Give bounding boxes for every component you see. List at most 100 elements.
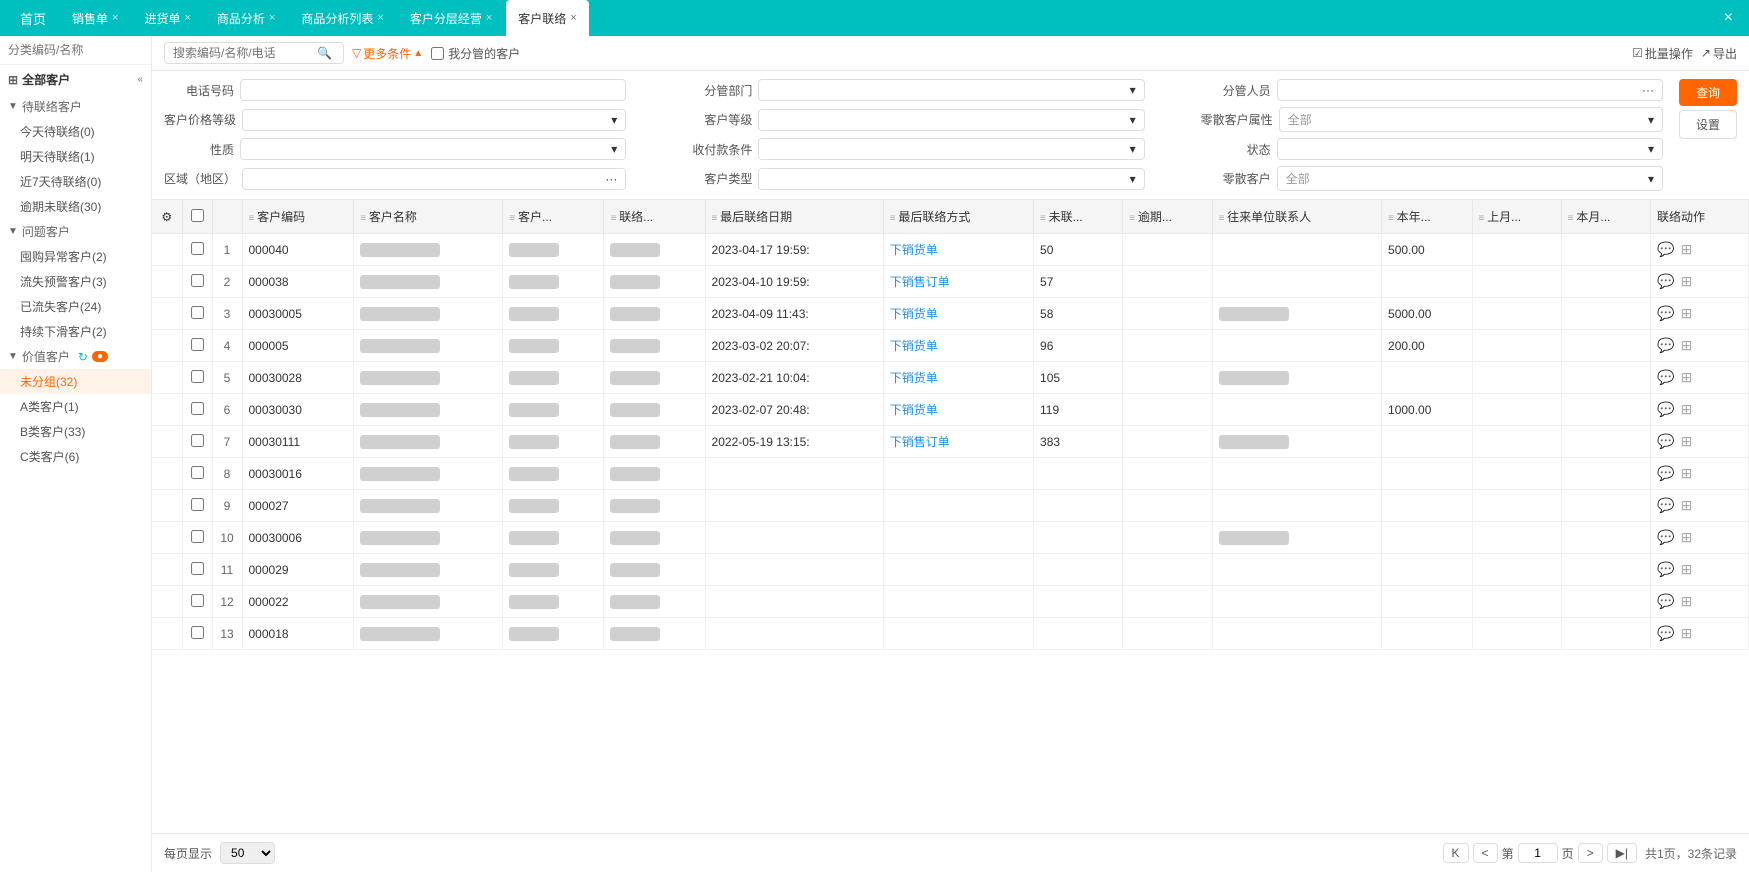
row-checkbox[interactable]	[191, 306, 204, 319]
sidebar-item-churn-warning[interactable]: 流失预警客户(3)	[0, 269, 151, 294]
payment-select[interactable]: ▾	[758, 138, 1144, 160]
my-customers-checkbox[interactable]	[431, 47, 444, 60]
grid-action-icon[interactable]: ⊞	[1680, 497, 1692, 514]
contact-col-header[interactable]: 联络...	[604, 200, 705, 234]
price-level-select[interactable]: ▾	[242, 109, 626, 131]
customer-name-col-header[interactable]: 客户名称	[354, 200, 503, 234]
row-checkbox[interactable]	[191, 562, 204, 575]
nav-tab-customer-contact[interactable]: 客户联络 ×	[506, 0, 588, 36]
checkbox-col-header[interactable]	[182, 200, 212, 234]
all-customers-header[interactable]: ⊞ 全部客户 «	[0, 65, 151, 94]
sidebar-item-lost[interactable]: 已流失客户(24)	[0, 294, 151, 319]
sidebar-item-no-group[interactable]: 未分组(32)	[0, 369, 151, 394]
sidebar-item-overdue-pending[interactable]: 逾期未联络(30)	[0, 194, 151, 219]
customer-level-select[interactable]: ▾	[758, 109, 1144, 131]
batch-operation-button[interactable]: ☑ 批量操作	[1632, 45, 1693, 62]
prev-page-button[interactable]: <	[1473, 843, 1498, 863]
last-page-button[interactable]: ▶|	[1607, 843, 1637, 863]
overdue-col-header[interactable]: 逾期...	[1123, 200, 1212, 234]
last-contact-method-link[interactable]: 下销售订单	[890, 275, 950, 289]
grid-action-icon[interactable]: ⊞	[1680, 529, 1692, 546]
manager-select[interactable]: ···	[1277, 79, 1663, 101]
grid-action-icon[interactable]: ⊞	[1680, 369, 1692, 386]
this-year-col-header[interactable]: 本年...	[1382, 200, 1472, 234]
close-icon[interactable]: ×	[570, 12, 576, 24]
sidebar-item-7day-pending[interactable]: 近7天待联络(0)	[0, 169, 151, 194]
retail-attr-select[interactable]: 全部 ▾	[1279, 107, 1663, 132]
grid-action-icon[interactable]: ⊞	[1680, 561, 1692, 578]
not-contact-col-header[interactable]: 未联...	[1034, 200, 1123, 234]
this-month-col-header[interactable]: 本月...	[1561, 200, 1650, 234]
row-checkbox[interactable]	[191, 594, 204, 607]
retail-customer-select[interactable]: 全部 ▾	[1277, 166, 1663, 191]
sidebar-item-a-class[interactable]: A类客户(1)	[0, 394, 151, 419]
my-customers-checkbox-label[interactable]: 我分管的客户	[431, 45, 520, 62]
grid-action-icon[interactable]: ⊞	[1680, 465, 1692, 482]
row-checkbox[interactable]	[191, 466, 204, 479]
phone-input[interactable]	[240, 79, 626, 101]
close-icon[interactable]: ×	[377, 12, 383, 24]
close-icon[interactable]: ×	[486, 12, 492, 24]
row-checkbox[interactable]	[191, 338, 204, 351]
nav-tab-analysis[interactable]: 商品分析 ×	[205, 0, 287, 36]
grid-action-icon[interactable]: ⊞	[1680, 337, 1692, 354]
row-checkbox[interactable]	[191, 242, 204, 255]
sidebar-item-today-pending[interactable]: 今天待联络(0)	[0, 119, 151, 144]
export-button[interactable]: ↗ 导出	[1701, 45, 1737, 62]
chat-icon[interactable]: 💬	[1657, 625, 1674, 642]
sidebar-item-c-class[interactable]: C类客户(6)	[0, 444, 151, 469]
grid-action-icon[interactable]: ⊞	[1680, 305, 1692, 322]
last-contact-method-link[interactable]: 下销售订单	[890, 435, 950, 449]
nav-tab-analysis-list[interactable]: 商品分析列表 ×	[289, 0, 395, 36]
row-checkbox[interactable]	[191, 370, 204, 383]
next-page-button[interactable]: >	[1578, 843, 1603, 863]
collapse-icon[interactable]: «	[137, 74, 143, 85]
search-input[interactable]	[173, 46, 313, 60]
grid-action-icon[interactable]: ⊞	[1680, 625, 1692, 642]
grid-action-icon[interactable]: ⊞	[1680, 401, 1692, 418]
sidebar-item-tomorrow-pending[interactable]: 明天待联络(1)	[0, 144, 151, 169]
unit-contact-col-header[interactable]: 往来单位联系人	[1212, 200, 1381, 234]
sidebar-item-declining[interactable]: 持续下滑客户(2)	[0, 319, 151, 344]
chat-icon[interactable]: 💬	[1657, 561, 1674, 578]
refresh-icon[interactable]: ↻	[78, 350, 88, 364]
grid-action-icon[interactable]: ⊞	[1680, 593, 1692, 610]
last-contact-date-col-header[interactable]: 最后联络日期	[705, 200, 883, 234]
chat-icon[interactable]: 💬	[1657, 401, 1674, 418]
chat-icon[interactable]: 💬	[1657, 273, 1674, 290]
last-contact-method-link[interactable]: 下销货单	[890, 307, 938, 321]
settings-col-header[interactable]: ⚙	[152, 200, 182, 234]
customer-code-col-header[interactable]: 客户编码	[242, 200, 354, 234]
chat-icon[interactable]: 💬	[1657, 593, 1674, 610]
grid-action-icon[interactable]: ⊞	[1680, 273, 1692, 290]
status-select[interactable]: ▾	[1277, 138, 1663, 160]
nav-tab-purchase[interactable]: 进货单 ×	[132, 0, 202, 36]
more-conditions-button[interactable]: ▽ 更多条件 ▲	[352, 45, 423, 62]
row-checkbox[interactable]	[191, 498, 204, 511]
search-box[interactable]: 🔍	[164, 42, 344, 64]
grid-action-icon[interactable]: ⊞	[1680, 433, 1692, 450]
first-page-button[interactable]: K	[1443, 843, 1469, 863]
nav-tab-sales[interactable]: 销售单 ×	[60, 0, 130, 36]
last-contact-method-link[interactable]: 下销货单	[890, 339, 938, 353]
chat-icon[interactable]: 💬	[1657, 241, 1674, 258]
close-all-tabs-button[interactable]: ×	[1716, 9, 1741, 27]
chat-icon[interactable]: 💬	[1657, 465, 1674, 482]
nav-home[interactable]: 首页	[8, 0, 58, 36]
chat-icon[interactable]: 💬	[1657, 369, 1674, 386]
row-checkbox[interactable]	[191, 626, 204, 639]
per-page-select[interactable]: 50 100 200	[220, 842, 275, 864]
chat-icon[interactable]: 💬	[1657, 529, 1674, 546]
sidebar-item-b-class[interactable]: B类客户(33)	[0, 419, 151, 444]
customer-type-select[interactable]: ▾	[758, 168, 1144, 190]
chat-icon[interactable]: 💬	[1657, 497, 1674, 514]
row-checkbox[interactable]	[191, 402, 204, 415]
chat-icon[interactable]: 💬	[1657, 337, 1674, 354]
grid-action-icon[interactable]: ⊞	[1680, 241, 1692, 258]
last-contact-method-col-header[interactable]: 最后联络方式	[883, 200, 1033, 234]
last-contact-method-link[interactable]: 下销货单	[890, 243, 938, 257]
chat-icon[interactable]: 💬	[1657, 305, 1674, 322]
nature-select[interactable]: ▾	[240, 138, 626, 160]
last-contact-method-link[interactable]: 下销货单	[890, 403, 938, 417]
sidebar-group-value[interactable]: ▼ 价值客户 ↻ ●	[0, 344, 151, 369]
